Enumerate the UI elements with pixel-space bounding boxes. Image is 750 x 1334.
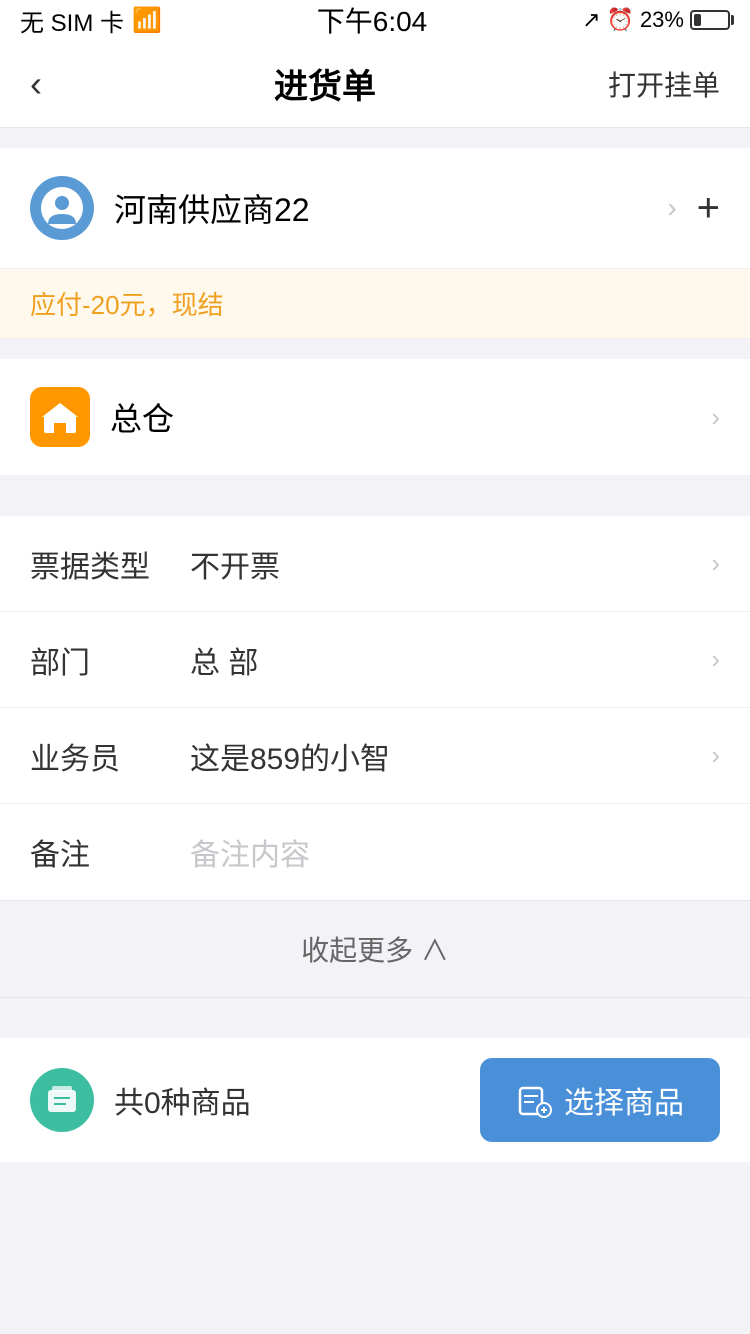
supplier-card: 河南供应商22 › + 应付-20元，现结 (0, 148, 750, 339)
person-icon (41, 187, 83, 229)
battery-icon (690, 10, 730, 30)
status-bar: 无 SIM 卡 📶 下午6:04 ↗ ⏰ 23% (0, 0, 750, 40)
section-gap-3 (0, 476, 750, 496)
select-btn-label: 选择商品 (564, 1078, 684, 1122)
page-title: 进货单 (274, 59, 376, 108)
carrier-text: 无 SIM 卡 (20, 3, 124, 38)
supplier-chevron-icon: › (667, 192, 676, 224)
select-product-button[interactable]: 选择商品 (480, 1058, 720, 1142)
product-svg (42, 1080, 82, 1120)
form-section: 票据类型 不开票 › 部门 总 部 › 业务员 这是859的小智 › 备注 备注… (0, 516, 750, 900)
department-chevron-icon: › (711, 644, 720, 675)
warehouse-row[interactable]: 总仓 › (0, 359, 750, 476)
section-gap-4 (0, 998, 750, 1018)
bottom-bar: 共0种商品 选择商品 (0, 1038, 750, 1162)
open-pending-button[interactable]: 打开挂单 (608, 64, 720, 104)
department-value: 总 部 (170, 638, 711, 682)
wifi-icon: 📶 (132, 6, 162, 35)
section-gap-1 (0, 128, 750, 148)
notice-text: 应付-20元，现结 (30, 290, 224, 320)
warehouse-chevron-icon: › (711, 402, 720, 433)
invoice-label: 票据类型 (30, 542, 170, 586)
invoice-chevron-icon: › (711, 548, 720, 579)
warehouse-name: 总仓 (110, 394, 711, 440)
status-right: ↗ ⏰ 23% (582, 7, 730, 33)
salesperson-chevron-icon: › (711, 740, 720, 771)
supplier-row[interactable]: 河南供应商22 › + (0, 148, 750, 269)
remark-label: 备注 (30, 830, 170, 874)
supplier-avatar (30, 176, 94, 240)
person-svg (44, 190, 80, 226)
remark-row[interactable]: 备注 备注内容 (0, 804, 750, 900)
back-button[interactable]: ‹ (30, 63, 42, 105)
salesperson-row[interactable]: 业务员 这是859的小智 › (0, 708, 750, 804)
invoice-row[interactable]: 票据类型 不开票 › (0, 516, 750, 612)
warehouse-svg (40, 397, 80, 437)
salesperson-value: 这是859的小智 (170, 734, 711, 778)
select-product-icon (516, 1082, 552, 1118)
add-supplier-button[interactable]: + (697, 188, 720, 228)
remark-input[interactable]: 备注内容 (170, 830, 720, 874)
invoice-value: 不开票 (170, 542, 711, 586)
product-count: 共0种商品 (114, 1078, 480, 1122)
department-label: 部门 (30, 638, 170, 682)
warehouse-icon (30, 387, 90, 447)
collapse-button[interactable]: 收起更多 ∧ (301, 929, 449, 969)
nav-bar: ‹ 进货单 打开挂单 (0, 40, 750, 128)
location-icon: ↗ (582, 7, 600, 33)
alarm-icon: ⏰ (607, 7, 634, 33)
department-row[interactable]: 部门 总 部 › (0, 612, 750, 708)
supplier-name: 河南供应商22 (114, 185, 667, 231)
section-gap-2 (0, 339, 750, 359)
status-time: 下午6:04 (317, 0, 428, 40)
status-carrier: 无 SIM 卡 📶 (20, 3, 162, 38)
collapse-section[interactable]: 收起更多 ∧ (0, 900, 750, 998)
battery-percent: 23% (640, 7, 684, 33)
notice-banner: 应付-20元，现结 (0, 269, 750, 339)
salesperson-label: 业务员 (30, 734, 170, 778)
product-icon (30, 1068, 94, 1132)
